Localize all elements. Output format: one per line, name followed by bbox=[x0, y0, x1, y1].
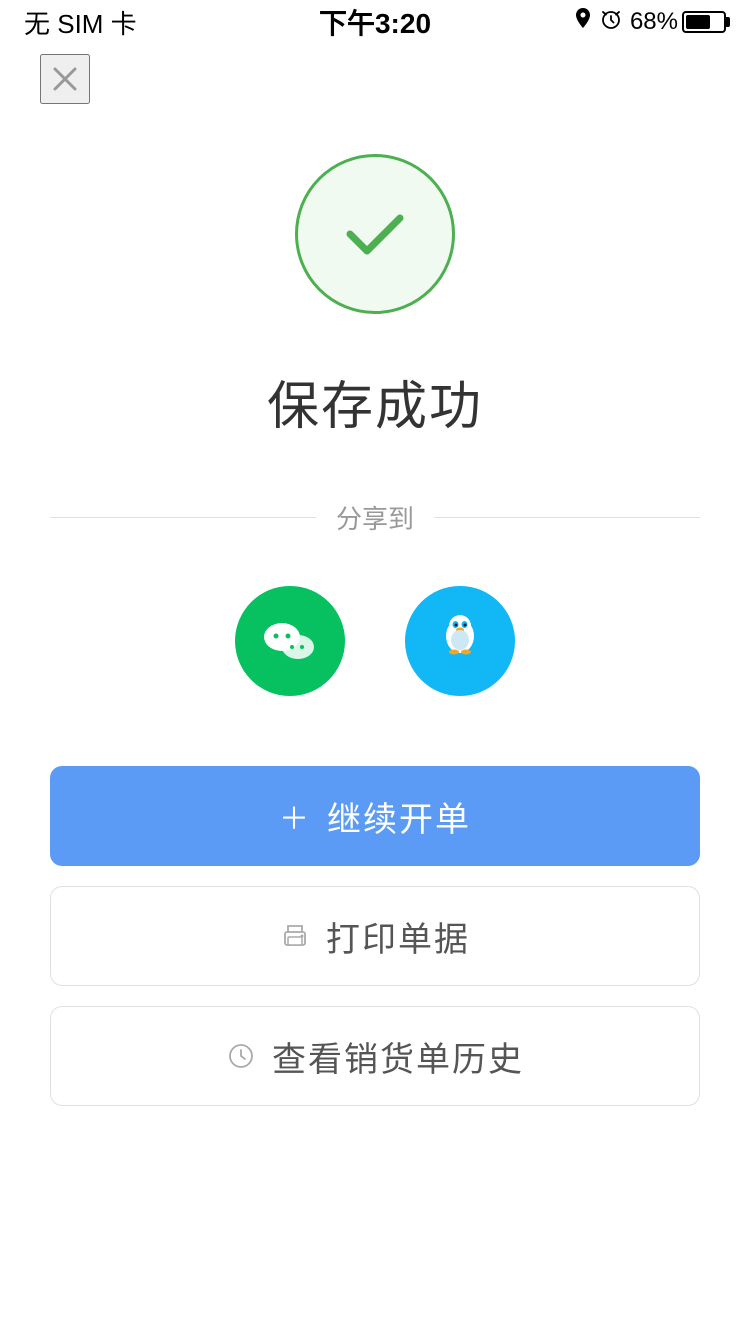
printer-icon bbox=[280, 921, 310, 951]
battery-icon bbox=[682, 11, 726, 33]
carrier-text: 无 SIM 卡 bbox=[24, 4, 137, 41]
time-display: 下午3:20 bbox=[319, 2, 431, 42]
share-label: 分享到 bbox=[336, 499, 414, 536]
status-right: 68% bbox=[574, 8, 726, 37]
status-bar: 无 SIM 卡 下午3:20 68% bbox=[0, 0, 750, 44]
qq-share-button[interactable] bbox=[405, 586, 515, 696]
qq-icon bbox=[429, 610, 491, 672]
close-button[interactable] bbox=[40, 54, 90, 104]
battery-fill bbox=[686, 15, 710, 29]
checkmark-icon bbox=[335, 194, 415, 274]
wechat-icon bbox=[260, 615, 320, 667]
success-title: 保存成功 bbox=[267, 364, 483, 439]
share-section: 分享到 bbox=[0, 499, 750, 696]
history-button[interactable]: 查看销货单历史 bbox=[50, 1006, 700, 1106]
alarm-icon bbox=[600, 8, 622, 37]
battery-percentage: 68% bbox=[630, 8, 678, 36]
share-icons bbox=[50, 586, 700, 696]
continue-button[interactable]: ＋ 继续开单 bbox=[50, 766, 700, 866]
continue-label: 继续开单 bbox=[327, 792, 471, 841]
main-content: 保存成功 分享到 bbox=[0, 44, 750, 1106]
share-divider: 分享到 bbox=[50, 499, 700, 536]
status-left: 无 SIM 卡 bbox=[24, 4, 145, 41]
divider-right bbox=[434, 517, 700, 518]
print-label: 打印单据 bbox=[326, 912, 470, 961]
history-icon bbox=[226, 1041, 256, 1071]
plus-icon: ＋ bbox=[279, 794, 311, 838]
history-label: 查看销货单历史 bbox=[272, 1032, 524, 1081]
wechat-share-button[interactable] bbox=[235, 586, 345, 696]
action-buttons: ＋ 继续开单 打印单据 查看销货单历史 bbox=[0, 766, 750, 1106]
success-circle bbox=[295, 154, 455, 314]
print-button[interactable]: 打印单据 bbox=[50, 886, 700, 986]
battery-container: 68% bbox=[630, 8, 726, 36]
location-icon bbox=[574, 8, 592, 37]
divider-left bbox=[50, 517, 316, 518]
